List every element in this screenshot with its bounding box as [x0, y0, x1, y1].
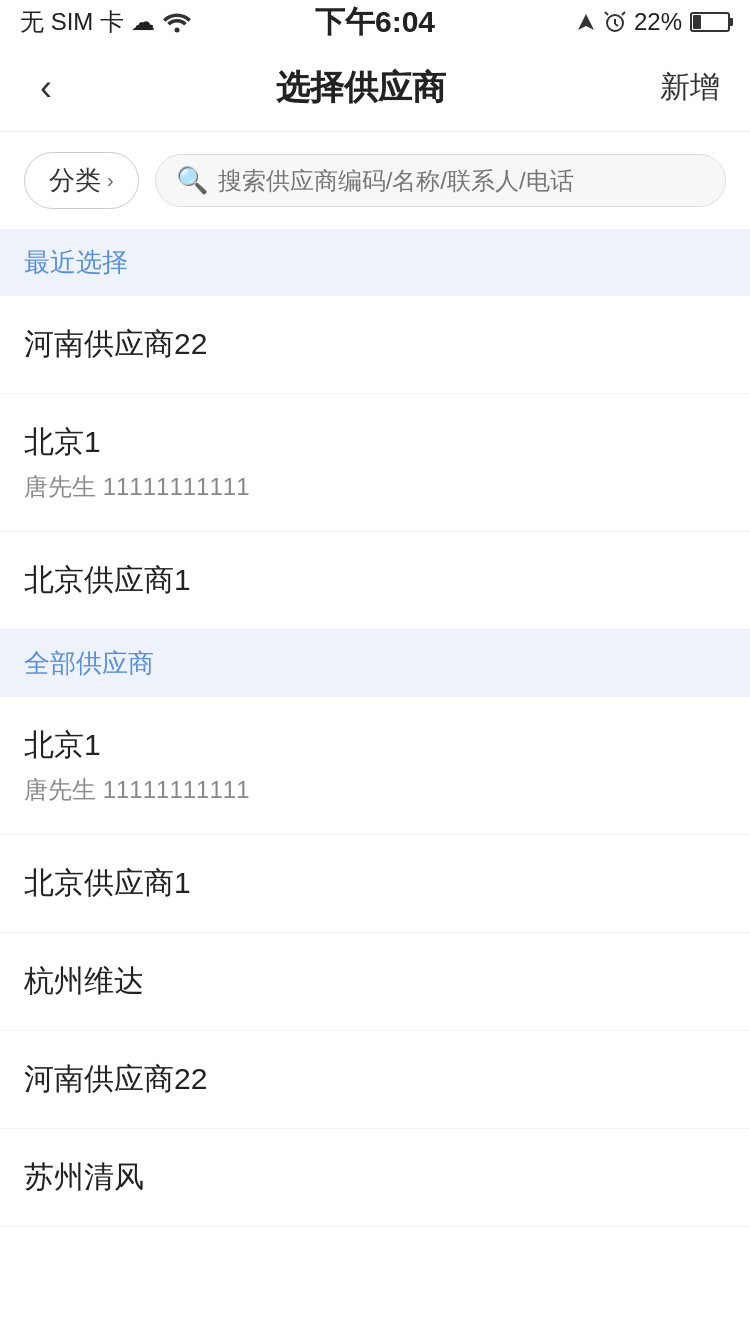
wifi-icon — [163, 11, 191, 33]
filter-bar: 分类 › 🔍 — [0, 132, 750, 229]
all-section-header: 全部供应商 — [0, 630, 750, 697]
battery-percent: 22% — [634, 8, 682, 36]
supplier-meta: 唐先生 11111111111 — [24, 774, 726, 806]
supplier-name: 杭州维达 — [24, 961, 726, 1002]
status-left: 无 SIM 卡 ☁ — [20, 6, 191, 38]
page-title: 选择供应商 — [276, 65, 446, 111]
list-item[interactable]: 苏州清风 — [0, 1129, 750, 1227]
location-icon — [576, 12, 596, 32]
supplier-name: 北京1 — [24, 725, 726, 766]
svg-line-6 — [622, 12, 625, 15]
list-item[interactable]: 河南供应商22 — [0, 296, 750, 394]
alarm-icon — [604, 11, 626, 33]
svg-line-4 — [615, 24, 618, 26]
svg-line-5 — [605, 12, 608, 15]
status-bar: 无 SIM 卡 ☁ 下午6:04 22% — [0, 0, 750, 44]
recent-section-label: 最近选择 — [24, 247, 128, 277]
status-time: 下午6:04 — [315, 2, 435, 43]
sim-status: 无 SIM 卡 ☁ — [20, 6, 155, 38]
back-button[interactable]: ‹ — [30, 57, 62, 119]
search-icon: 🔍 — [176, 165, 208, 196]
list-item[interactable]: 北京1 唐先生 11111111111 — [0, 394, 750, 532]
list-item[interactable]: 河南供应商22 — [0, 1031, 750, 1129]
recent-section-header: 最近选择 — [0, 229, 750, 296]
supplier-name: 河南供应商22 — [24, 1059, 726, 1100]
list-item[interactable]: 北京供应商1 — [0, 532, 750, 630]
supplier-name: 苏州清风 — [24, 1157, 726, 1198]
all-section-label: 全部供应商 — [24, 648, 154, 678]
list-item[interactable]: 杭州维达 — [0, 933, 750, 1031]
chevron-right-icon: › — [107, 169, 114, 192]
list-item[interactable]: 北京供应商1 — [0, 835, 750, 933]
search-input[interactable] — [218, 167, 705, 195]
search-box[interactable]: 🔍 — [155, 154, 726, 207]
svg-marker-1 — [578, 14, 594, 30]
category-label: 分类 — [49, 163, 101, 198]
svg-point-0 — [174, 28, 179, 33]
recent-list: 河南供应商22 北京1 唐先生 11111111111 北京供应商1 — [0, 296, 750, 630]
supplier-name: 北京1 — [24, 422, 726, 463]
list-item[interactable]: 北京1 唐先生 11111111111 — [0, 697, 750, 835]
supplier-name: 北京供应商1 — [24, 863, 726, 904]
category-filter-button[interactable]: 分类 › — [24, 152, 139, 209]
battery-icon — [690, 12, 730, 32]
supplier-name: 北京供应商1 — [24, 560, 726, 601]
all-list: 北京1 唐先生 11111111111 北京供应商1 杭州维达河南供应商22 苏州清风 — [0, 697, 750, 1227]
nav-bar: ‹ 选择供应商 新增 — [0, 44, 750, 132]
add-button[interactable]: 新增 — [660, 67, 720, 108]
supplier-name: 河南供应商22 — [24, 324, 726, 365]
status-right: 22% — [576, 8, 730, 36]
supplier-meta: 唐先生 11111111111 — [24, 471, 726, 503]
